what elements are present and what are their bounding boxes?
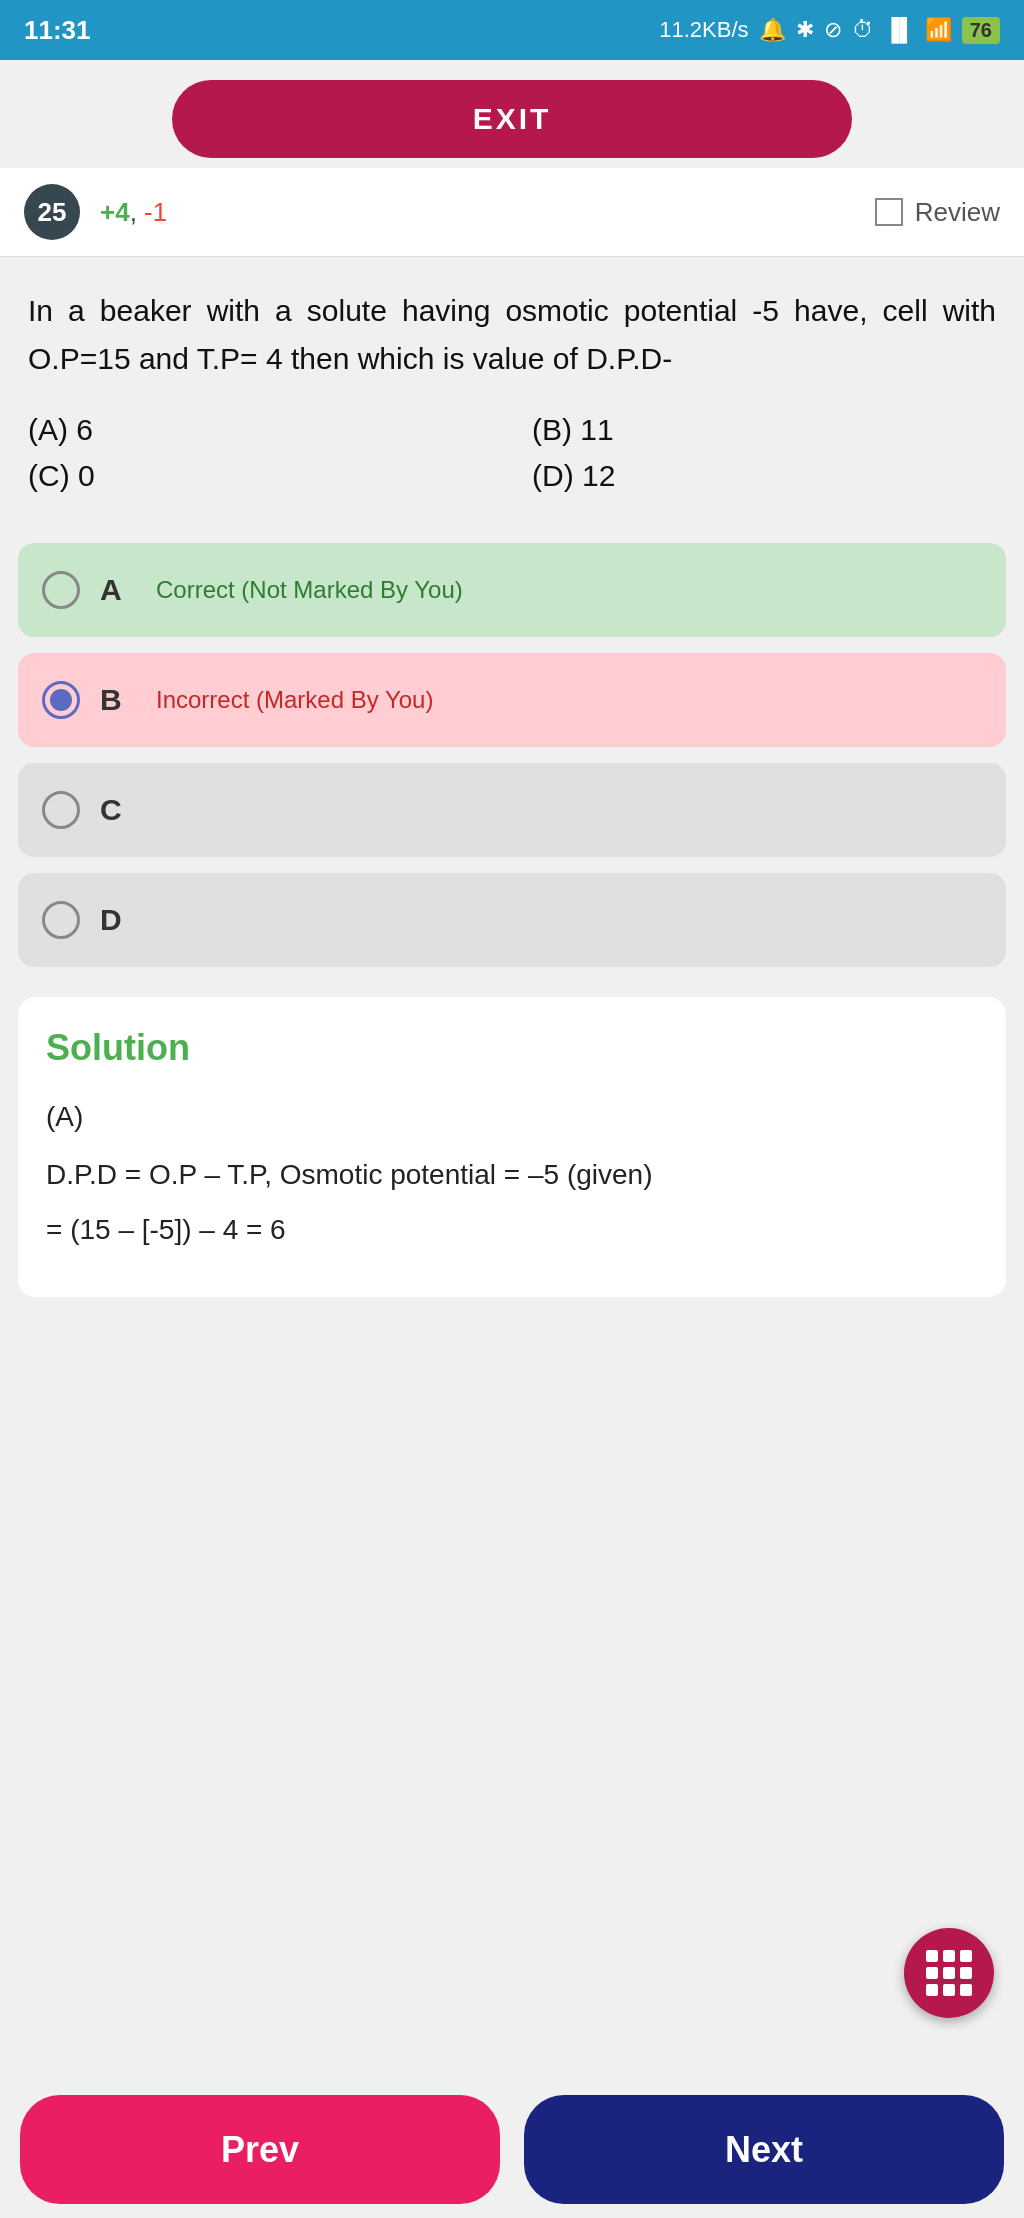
radio-inner-b xyxy=(50,689,72,711)
wifi-icon: 📶 xyxy=(925,17,952,43)
review-label: Review xyxy=(915,197,1000,228)
prev-button[interactable]: Prev xyxy=(20,2095,500,2204)
option-a-text: (A) 6 xyxy=(28,413,492,447)
option-row-b[interactable]: B Incorrect (Marked By You) xyxy=(18,653,1006,747)
bluetooth-icon: ✱ xyxy=(796,17,814,43)
option-row-d[interactable]: D xyxy=(18,873,1006,967)
do-not-disturb-icon: ⊘ xyxy=(824,17,842,43)
exit-area: EXIT xyxy=(0,60,1024,168)
exit-button[interactable]: EXIT xyxy=(172,80,852,158)
review-section[interactable]: Review xyxy=(875,197,1000,228)
solution-body: (A) D.P.D = O.P – T.P, Osmotic potential… xyxy=(46,1093,978,1254)
network-speed: 11.2KB/s xyxy=(659,17,748,43)
option-status-b: Incorrect (Marked By You) xyxy=(156,686,433,714)
option-row-a[interactable]: A Correct (Not Marked By You) xyxy=(18,543,1006,637)
fab-button[interactable] xyxy=(904,1928,994,2018)
option-d-text: (D) 12 xyxy=(532,459,996,493)
minus-mark: -1 xyxy=(144,197,167,227)
bottom-spacer xyxy=(0,1327,1024,1487)
status-bar: 11:31 11.2KB/s 🔔 ✱ ⊘ ⏱ ▐▌ 📶 76 xyxy=(0,0,1024,60)
option-label-c: C xyxy=(100,793,136,827)
review-checkbox[interactable] xyxy=(875,198,903,226)
option-row-c[interactable]: C xyxy=(18,763,1006,857)
signal-icon: ▐▌ xyxy=(884,17,915,43)
radio-c[interactable] xyxy=(42,791,80,829)
question-number-badge: 25 xyxy=(24,184,80,240)
answer-options-container: A Correct (Not Marked By You) B Incorrec… xyxy=(0,543,1024,967)
next-button[interactable]: Next xyxy=(524,2095,1004,2204)
option-b-text: (B) 11 xyxy=(532,413,996,447)
question-header: 25 +4, -1 Review xyxy=(0,168,1024,257)
radio-b[interactable] xyxy=(42,681,80,719)
battery-indicator: 76 xyxy=(962,17,1000,44)
solution-title: Solution xyxy=(46,1027,978,1069)
bottom-navigation: Prev Next xyxy=(0,2081,1024,2218)
option-label-a: A xyxy=(100,573,136,607)
question-body: In a beaker with a solute having osmotic… xyxy=(0,257,1024,543)
option-status-a: Correct (Not Marked By You) xyxy=(156,576,463,604)
clock-icon: ⏱ xyxy=(852,17,874,43)
solution-answer-label: (A) xyxy=(46,1093,978,1141)
options-grid: (A) 6 (B) 11 (C) 0 (D) 12 xyxy=(28,413,996,493)
question-marks: +4, -1 xyxy=(100,197,167,228)
solution-box: Solution (A) D.P.D = O.P – T.P, Osmotic … xyxy=(18,997,1006,1297)
solution-calculation: = (15 – [-5]) – 4 = 6 xyxy=(46,1206,978,1254)
bell-icon: 🔔 xyxy=(759,17,786,43)
question-text: In a beaker with a solute having osmotic… xyxy=(28,287,996,383)
radio-d[interactable] xyxy=(42,901,80,939)
time-display: 11:31 xyxy=(24,15,91,46)
solution-formula: D.P.D = O.P – T.P, Osmotic potential = –… xyxy=(46,1151,978,1199)
plus-mark: +4 xyxy=(100,197,130,227)
radio-a[interactable] xyxy=(42,571,80,609)
status-right: 11.2KB/s 🔔 ✱ ⊘ ⏱ ▐▌ 📶 76 xyxy=(659,17,1000,44)
fab-dots-grid xyxy=(922,1946,976,2000)
option-label-b: B xyxy=(100,683,136,717)
option-label-d: D xyxy=(100,903,136,937)
option-c-text: (C) 0 xyxy=(28,459,492,493)
